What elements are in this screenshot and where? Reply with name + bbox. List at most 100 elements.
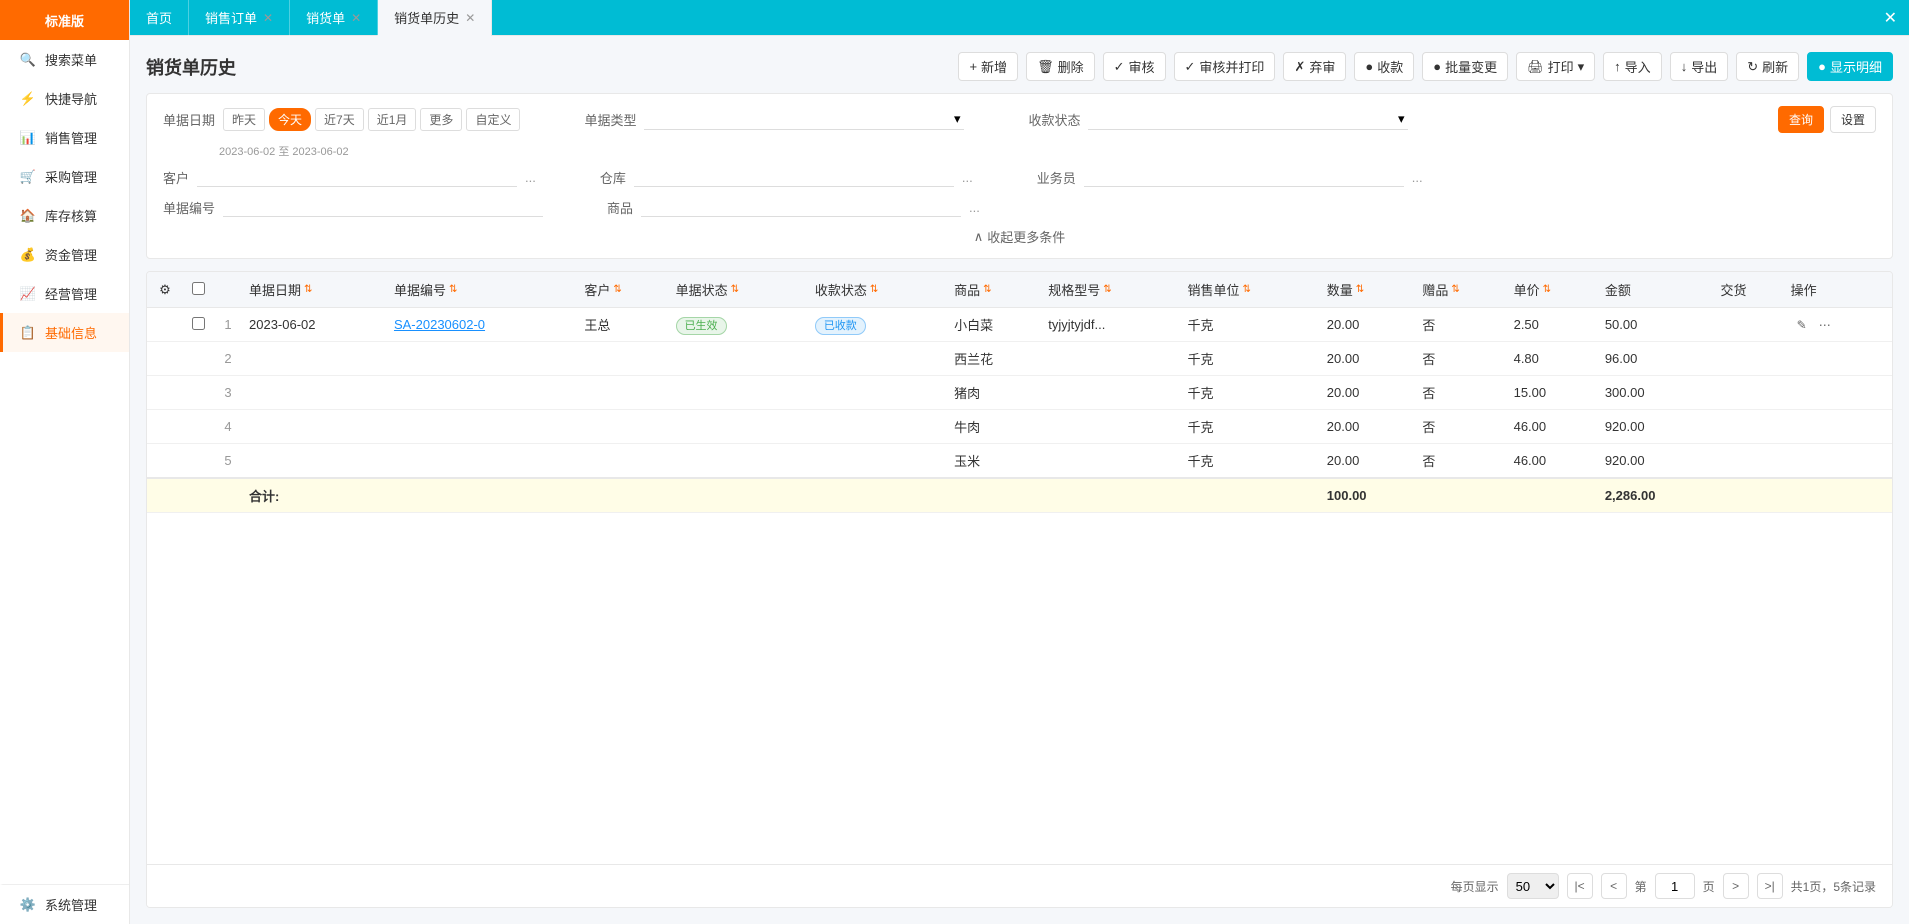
row-unit: 千克 bbox=[1182, 376, 1321, 410]
date-btn-custom[interactable]: 自定义 bbox=[466, 108, 520, 131]
sidebar-item-system[interactable]: ⚙️ 系统管理 bbox=[0, 884, 129, 924]
row-doc-no bbox=[388, 410, 578, 444]
tab-close-sales-history[interactable]: ✕ bbox=[465, 11, 475, 25]
warehouse-input[interactable] bbox=[634, 167, 954, 187]
show-details-button[interactable]: ● 显示明细 bbox=[1807, 52, 1893, 81]
print-button[interactable]: 🖨 打印 ▾ bbox=[1516, 52, 1595, 81]
more-action[interactable]: ⋯ bbox=[1813, 316, 1837, 334]
collapse-up-icon: ∧ bbox=[974, 229, 984, 245]
review-print-button[interactable]: ✓ 审核并打印 bbox=[1174, 52, 1276, 81]
doc-type-dropdown[interactable]: ▾ bbox=[644, 109, 964, 130]
date-btn-today[interactable]: 今天 bbox=[269, 108, 311, 131]
add-button[interactable]: + 新增 bbox=[958, 52, 1018, 81]
summary-total-amount: 2,286.00 bbox=[1599, 478, 1715, 513]
plus-icon: + bbox=[969, 59, 977, 74]
tab-close-sales-goods[interactable]: ✕ bbox=[351, 11, 361, 25]
doc-no-input[interactable] bbox=[223, 197, 543, 217]
row-price: 2.50 bbox=[1508, 308, 1599, 342]
doc-no-link[interactable]: SA-20230602-0 bbox=[394, 317, 485, 332]
tab-sales-order[interactable]: 销售订单 ✕ bbox=[189, 0, 290, 36]
table-scroll: ⚙ 单据日期 ⇅ 单据编号 bbox=[147, 272, 1892, 864]
goods-dots[interactable]: ... bbox=[969, 200, 980, 215]
content-area: 销货单历史 + 新增 🗑 删除 ✓ 审核 ✓ 审核并打印 bbox=[130, 36, 1909, 924]
abandon-button[interactable]: ✗ 弃审 bbox=[1283, 52, 1346, 81]
sidebar-item-inventory[interactable]: 🏠 库存核算 bbox=[0, 196, 129, 235]
sidebar-item-purchase-mgmt[interactable]: 🛒 采购管理 bbox=[0, 157, 129, 196]
goods-input[interactable] bbox=[641, 197, 961, 217]
collect-button[interactable]: ● 收款 bbox=[1354, 52, 1414, 81]
th-goods[interactable]: 商品 ⇅ bbox=[948, 272, 1042, 308]
tab-bar-close[interactable]: ✕ bbox=[1872, 8, 1909, 28]
batch-change-button[interactable]: ● 批量变更 bbox=[1422, 52, 1508, 81]
row-trade bbox=[1714, 342, 1784, 376]
query-button[interactable]: 查询 bbox=[1778, 106, 1824, 133]
tab-sales-goods[interactable]: 销货单 ✕ bbox=[290, 0, 378, 36]
page-label: 页 bbox=[1703, 878, 1715, 895]
row-amount: 300.00 bbox=[1599, 376, 1715, 410]
page-prev-btn[interactable]: < bbox=[1601, 873, 1627, 899]
page-last-btn[interactable]: >| bbox=[1757, 873, 1783, 899]
collect-icon: ● bbox=[1365, 59, 1373, 74]
th-gift[interactable]: 赠品 ⇅ bbox=[1416, 272, 1507, 308]
customer-input[interactable] bbox=[197, 167, 517, 187]
sidebar-item-quick-nav[interactable]: ⚡ 快捷导航 bbox=[0, 79, 129, 118]
th-doc-date[interactable]: 单据日期 ⇅ bbox=[243, 272, 388, 308]
date-btn-1month[interactable]: 近1月 bbox=[368, 108, 417, 131]
page-number-input[interactable] bbox=[1655, 873, 1695, 899]
th-qty[interactable]: 数量 ⇅ bbox=[1321, 272, 1417, 308]
export-button[interactable]: ↓ 导出 bbox=[1670, 52, 1729, 81]
row-gift: 否 bbox=[1416, 308, 1507, 342]
th-customer[interactable]: 客户 ⇅ bbox=[578, 272, 669, 308]
page-first-btn[interactable]: |< bbox=[1567, 873, 1593, 899]
import-button[interactable]: ↑ 导入 bbox=[1603, 52, 1662, 81]
page-next-btn[interactable]: > bbox=[1723, 873, 1749, 899]
row-num: 1 bbox=[213, 308, 243, 342]
row-checkbox[interactable] bbox=[183, 410, 213, 444]
sidebar-item-sales-mgmt[interactable]: 📊 销售管理 bbox=[0, 118, 129, 157]
customer-dots[interactable]: ... bbox=[525, 170, 536, 185]
th-pay-status[interactable]: 收款状态 ⇅ bbox=[809, 272, 948, 308]
pay-status-dropdown[interactable]: ▾ bbox=[1088, 109, 1408, 130]
collapse-btn[interactable]: ∧ 收起更多条件 bbox=[163, 227, 1876, 246]
th-doc-status[interactable]: 单据状态 ⇅ bbox=[670, 272, 809, 308]
sort-no-icon: ⇅ bbox=[449, 284, 457, 295]
tab-sales-history[interactable]: 销货单历史 ✕ bbox=[378, 0, 492, 36]
settings-button[interactable]: 设置 bbox=[1830, 106, 1876, 133]
date-btn-7days[interactable]: 近7天 bbox=[315, 108, 364, 131]
delete-button[interactable]: 🗑 删除 bbox=[1026, 52, 1095, 81]
date-btn-yesterday[interactable]: 昨天 bbox=[223, 108, 265, 131]
sidebar-item-finance[interactable]: 💰 资金管理 bbox=[0, 235, 129, 274]
staff-input[interactable] bbox=[1084, 167, 1404, 187]
row-checkbox[interactable] bbox=[183, 342, 213, 376]
row-num: 2 bbox=[213, 342, 243, 376]
th-doc-no[interactable]: 单据编号 ⇅ bbox=[388, 272, 578, 308]
row-checkbox[interactable] bbox=[183, 444, 213, 479]
row-checkbox[interactable] bbox=[183, 308, 213, 342]
sort-pay-icon: ⇅ bbox=[870, 284, 878, 295]
sidebar-item-search[interactable]: 🔍 搜索菜单 bbox=[0, 40, 129, 79]
cart-icon: 🛒 bbox=[19, 168, 37, 186]
export-icon: ↓ bbox=[1681, 59, 1688, 74]
row-actions bbox=[1785, 410, 1892, 444]
sidebar-item-operations[interactable]: 📈 经营管理 bbox=[0, 274, 129, 313]
tab-close-sales-order[interactable]: ✕ bbox=[263, 11, 273, 25]
th-spec[interactable]: 规格型号 ⇅ bbox=[1042, 272, 1181, 308]
refresh-button[interactable]: ↻ 刷新 bbox=[1736, 52, 1799, 81]
row-doc-date bbox=[243, 444, 388, 479]
th-unit[interactable]: 销售单位 ⇅ bbox=[1182, 272, 1321, 308]
staff-dots[interactable]: ... bbox=[1412, 170, 1423, 185]
date-btn-more[interactable]: 更多 bbox=[420, 108, 462, 131]
per-page-select[interactable]: 50 100 200 bbox=[1507, 873, 1559, 899]
warehouse-dots[interactable]: ... bbox=[962, 170, 973, 185]
th-gear[interactable]: ⚙ bbox=[147, 272, 183, 308]
review-button[interactable]: ✓ 审核 bbox=[1103, 52, 1166, 81]
th-price[interactable]: 单价 ⇅ bbox=[1508, 272, 1599, 308]
edit-action[interactable]: ✎ bbox=[1791, 316, 1813, 334]
row-qty: 20.00 bbox=[1321, 410, 1417, 444]
row-checkbox[interactable] bbox=[183, 376, 213, 410]
tab-home[interactable]: 首页 bbox=[130, 0, 189, 36]
sidebar-item-basic-info[interactable]: 📋 基础信息 bbox=[0, 313, 129, 352]
sort-customer-icon: ⇅ bbox=[613, 284, 621, 295]
row-doc-status bbox=[670, 342, 809, 376]
select-all-checkbox[interactable] bbox=[192, 282, 205, 295]
